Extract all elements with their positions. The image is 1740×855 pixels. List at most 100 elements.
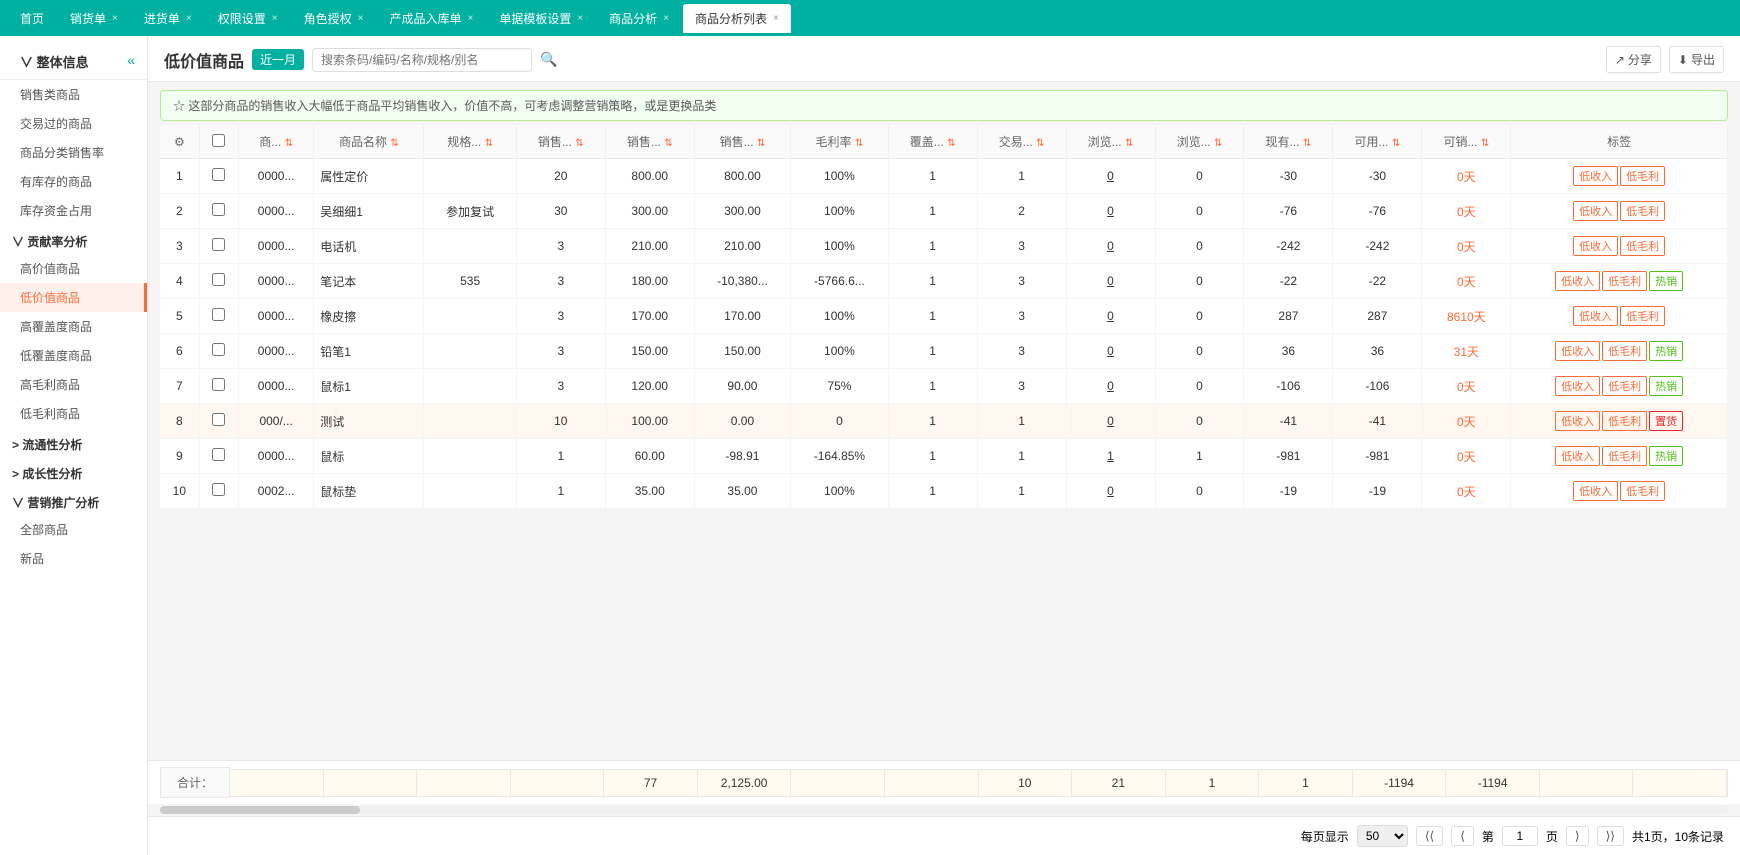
view1-link[interactable]: 1 xyxy=(1107,449,1114,463)
col-view2[interactable]: 浏览... ⇅ xyxy=(1155,125,1244,159)
close-icon[interactable]: × xyxy=(112,13,118,24)
row-select-checkbox[interactable] xyxy=(212,308,225,321)
row-select-checkbox[interactable] xyxy=(212,483,225,496)
row-checkbox[interactable] xyxy=(199,439,238,474)
row-select-checkbox[interactable] xyxy=(212,203,225,216)
sidebar-item-low-margin[interactable]: 低毛利商品 xyxy=(0,399,147,428)
row-select-checkbox[interactable] xyxy=(212,168,225,181)
sidebar-item-all-goods[interactable]: 全部商品 xyxy=(0,515,147,544)
col-coverage[interactable]: 覆盖... ⇅ xyxy=(888,125,977,159)
row-checkbox[interactable] xyxy=(199,229,238,264)
settings-col-header[interactable]: ⚙ xyxy=(160,125,199,159)
row-checkbox[interactable] xyxy=(199,194,238,229)
sidebar-item-high-value[interactable]: 高价值商品 xyxy=(0,254,147,283)
close-icon[interactable]: × xyxy=(358,13,364,24)
view1-link[interactable]: 0 xyxy=(1107,344,1114,358)
first-page-btn[interactable]: ⟨⟨ xyxy=(1416,826,1443,846)
nav-permission[interactable]: 权限设置 × xyxy=(206,4,290,33)
close-icon[interactable]: × xyxy=(663,13,669,24)
row-view1[interactable]: 0 xyxy=(1066,474,1155,509)
sidebar-collapse-btn[interactable]: « xyxy=(123,52,139,68)
sidebar-section-marketing[interactable]: ∨ 营销推广分析 xyxy=(0,486,147,515)
prev-page-btn[interactable]: ⟨ xyxy=(1451,826,1474,846)
view1-link[interactable]: 0 xyxy=(1107,204,1114,218)
row-select-checkbox[interactable] xyxy=(212,378,225,391)
row-select-checkbox[interactable] xyxy=(212,238,225,251)
col-sales-qty[interactable]: 销售... ⇅ xyxy=(516,125,605,159)
row-checkbox[interactable] xyxy=(199,369,238,404)
period-badge[interactable]: 近一月 xyxy=(252,49,304,70)
select-all-checkbox[interactable] xyxy=(212,134,225,147)
nav-home[interactable]: 首页 xyxy=(8,4,56,33)
row-checkbox[interactable] xyxy=(199,474,238,509)
last-page-btn[interactable]: ⟩⟩ xyxy=(1597,826,1624,846)
row-view1[interactable]: 0 xyxy=(1066,229,1155,264)
checkbox-col-header[interactable] xyxy=(199,125,238,159)
view1-link[interactable]: 0 xyxy=(1107,414,1114,428)
row-checkbox[interactable] xyxy=(199,334,238,369)
export-button[interactable]: ⬇ 导出 xyxy=(1669,46,1724,73)
row-select-checkbox[interactable] xyxy=(212,413,225,426)
row-view1[interactable]: 0 xyxy=(1066,194,1155,229)
view1-link[interactable]: 0 xyxy=(1107,379,1114,393)
nav-product-analysis[interactable]: 商品分析 × xyxy=(597,4,681,33)
close-icon[interactable]: × xyxy=(272,13,278,24)
view1-link[interactable]: 0 xyxy=(1107,169,1114,183)
row-view1[interactable]: 0 xyxy=(1066,404,1155,439)
nav-product-in[interactable]: 产成品入库单 × xyxy=(377,4,485,33)
nav-purchase-order[interactable]: 进货单 × xyxy=(132,4,204,33)
row-select-checkbox[interactable] xyxy=(212,273,225,286)
sidebar-item-category-rate[interactable]: 商品分类销售率 xyxy=(0,138,147,167)
row-view1[interactable]: 0 xyxy=(1066,264,1155,299)
col-view1[interactable]: 浏览... ⇅ xyxy=(1066,125,1155,159)
sidebar-item-high-margin[interactable]: 高毛利商品 xyxy=(0,370,147,399)
row-checkbox[interactable] xyxy=(199,299,238,334)
sidebar-section-growth[interactable]: > 成长性分析 xyxy=(0,457,147,486)
close-icon[interactable]: × xyxy=(467,13,473,24)
sidebar-item-low-value[interactable]: 低价值商品 xyxy=(0,283,147,312)
col-available[interactable]: 可用... ⇅ xyxy=(1333,125,1422,159)
sidebar-item-high-coverage[interactable]: 高覆盖度商品 xyxy=(0,312,147,341)
nav-role-auth[interactable]: 角色授权 × xyxy=(292,4,376,33)
sidebar-section-overall[interactable]: ∨ 整体信息 xyxy=(8,44,123,75)
share-button[interactable]: ↗ 分享 xyxy=(1606,46,1661,73)
row-select-checkbox[interactable] xyxy=(212,448,225,461)
close-icon[interactable]: × xyxy=(186,13,192,24)
view1-link[interactable]: 0 xyxy=(1107,484,1114,498)
nav-template[interactable]: 单据模板设置 × xyxy=(487,4,595,33)
row-checkbox[interactable] xyxy=(199,264,238,299)
row-checkbox[interactable] xyxy=(199,404,238,439)
next-page-btn[interactable]: ⟩ xyxy=(1566,826,1589,846)
nav-sales-order[interactable]: 销货单 × xyxy=(58,4,130,33)
col-code[interactable]: 商... ⇅ xyxy=(239,125,314,159)
view1-link[interactable]: 0 xyxy=(1107,274,1114,288)
sidebar-item-sales-goods[interactable]: 销售类商品 xyxy=(0,80,147,109)
sidebar-item-in-stock[interactable]: 有库存的商品 xyxy=(0,167,147,196)
nav-product-list[interactable]: 商品分析列表 × xyxy=(683,4,791,33)
sidebar-section-contribution[interactable]: ∨ 贡献率分析 xyxy=(0,225,147,254)
sidebar-item-stock-capital[interactable]: 库存资金占用 xyxy=(0,196,147,225)
row-view1[interactable]: 0 xyxy=(1066,299,1155,334)
col-sales-amount[interactable]: 销售... ⇅ xyxy=(694,125,790,159)
row-view1[interactable]: 0 xyxy=(1066,159,1155,194)
sidebar-item-traded[interactable]: 交易过的商品 xyxy=(0,109,147,138)
row-checkbox[interactable] xyxy=(199,159,238,194)
row-view1[interactable]: 0 xyxy=(1066,369,1155,404)
horizontal-scrollbar[interactable] xyxy=(160,806,1728,814)
col-spec[interactable]: 规格... ⇅ xyxy=(424,125,516,159)
per-page-select[interactable]: 50 20 100 xyxy=(1357,825,1408,847)
col-margin[interactable]: 毛利率 ⇅ xyxy=(791,125,888,159)
page-number-input[interactable] xyxy=(1502,826,1538,846)
col-name[interactable]: 商品名称 ⇅ xyxy=(314,125,424,159)
view1-link[interactable]: 0 xyxy=(1107,239,1114,253)
table-wrapper[interactable]: ⚙ 商... ⇅ 商品名称 ⇅ 规格... ⇅ 销售... ⇅ 销售... ⇅ … xyxy=(148,125,1740,760)
row-select-checkbox[interactable] xyxy=(212,343,225,356)
col-sellable[interactable]: 可销... ⇅ xyxy=(1422,125,1511,159)
view1-link[interactable]: 0 xyxy=(1107,309,1114,323)
col-sales-price[interactable]: 销售... ⇅ xyxy=(605,125,694,159)
row-view1[interactable]: 0 xyxy=(1066,334,1155,369)
close-icon[interactable]: × xyxy=(773,13,779,24)
row-view1[interactable]: 1 xyxy=(1066,439,1155,474)
scrollbar-thumb[interactable] xyxy=(160,806,360,814)
sidebar-section-flow[interactable]: > 流通性分析 xyxy=(0,428,147,457)
